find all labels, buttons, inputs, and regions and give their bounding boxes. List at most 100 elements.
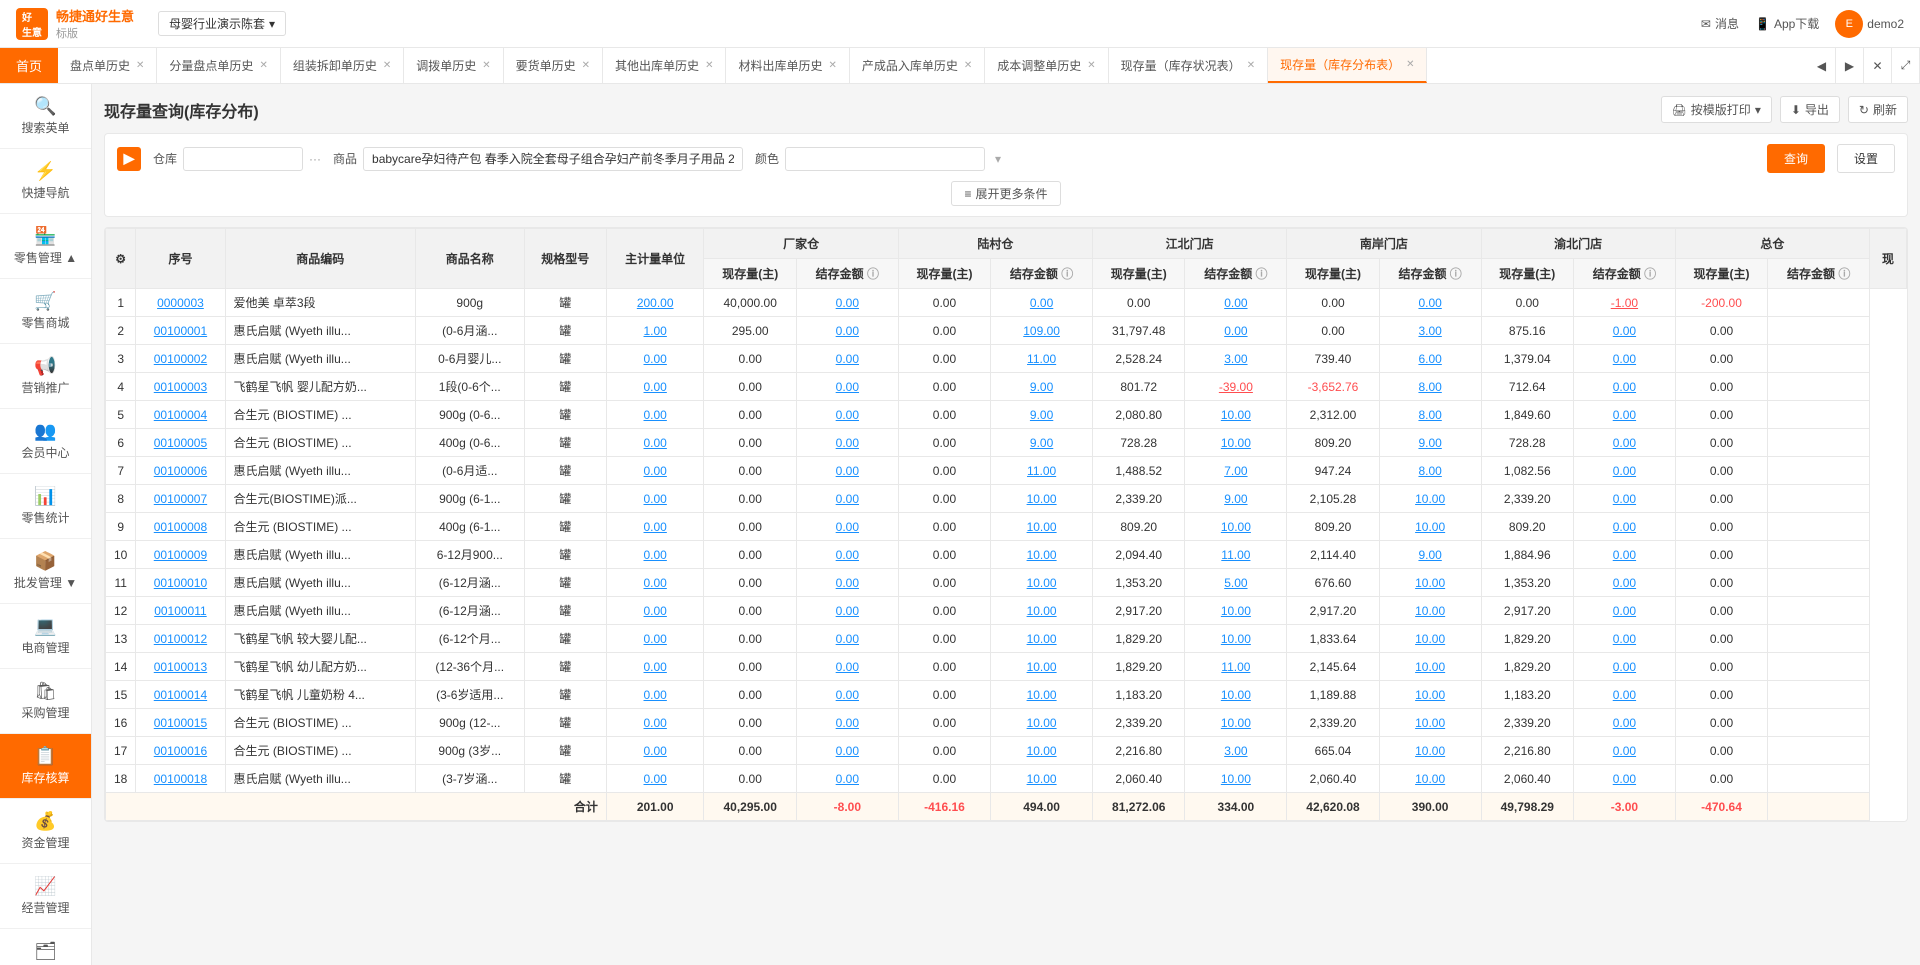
- code-link[interactable]: 00100016: [154, 744, 207, 758]
- color-input[interactable]: [785, 147, 985, 171]
- yb-qty-link[interactable]: 10.00: [1415, 520, 1445, 534]
- tab-close-icon[interactable]: ✕: [582, 60, 590, 71]
- sidebar-item-purchase[interactable]: 🛍 采购管理: [0, 669, 91, 734]
- lucun-qty-link[interactable]: 0.00: [836, 604, 859, 618]
- yb-qty-link[interactable]: 10.00: [1415, 492, 1445, 506]
- sidebar-item-retail-stats[interactable]: 📊 零售统计: [0, 474, 91, 539]
- jb-qty-link[interactable]: 10.00: [1027, 660, 1057, 674]
- tab-dist-single[interactable]: 分量盘点单历史 ✕: [157, 48, 280, 83]
- query-btn[interactable]: 查询: [1767, 144, 1825, 173]
- factory-qty-link[interactable]: 0.00: [644, 408, 667, 422]
- tab-expand-btn[interactable]: ⤢: [1892, 48, 1920, 83]
- factory-qty-link[interactable]: 0.00: [644, 436, 667, 450]
- code-link[interactable]: 00100008: [154, 520, 207, 534]
- lucun-qty-link[interactable]: 0.00: [836, 548, 859, 562]
- info-icon[interactable]: ⓘ: [1450, 267, 1462, 281]
- code-link[interactable]: 00100004: [154, 408, 207, 422]
- export-btn[interactable]: ⬇ 导出: [1780, 96, 1840, 123]
- code-link[interactable]: 00100003: [154, 380, 207, 394]
- na-qty-link[interactable]: 10.00: [1221, 436, 1251, 450]
- factory-qty-link[interactable]: 0.00: [644, 464, 667, 478]
- yb-qty-link[interactable]: 6.00: [1418, 352, 1441, 366]
- yb-qty-link[interactable]: 10.00: [1415, 660, 1445, 674]
- sidebar-item-search[interactable]: 🔍 搜索英单: [0, 84, 91, 149]
- jb-qty-link[interactable]: 10.00: [1027, 548, 1057, 562]
- na-qty-link[interactable]: 10.00: [1221, 772, 1251, 786]
- factory-qty-link[interactable]: 0.00: [644, 380, 667, 394]
- code-link[interactable]: 00100001: [154, 324, 207, 338]
- total-qty-link[interactable]: 0.00: [1613, 520, 1636, 534]
- jb-qty-link[interactable]: 11.00: [1027, 352, 1056, 366]
- lucun-qty-link[interactable]: 0.00: [836, 772, 859, 786]
- total-qty-link[interactable]: 0.00: [1613, 604, 1636, 618]
- lucun-qty-link[interactable]: 0.00: [836, 716, 859, 730]
- lucun-qty-link[interactable]: 0.00: [836, 576, 859, 590]
- lucun-qty-link[interactable]: 0.00: [836, 380, 859, 394]
- sidebar-item-marketing[interactable]: 📢 营销推广: [0, 344, 91, 409]
- na-qty-link[interactable]: 5.00: [1224, 576, 1247, 590]
- code-link[interactable]: 00100014: [154, 688, 207, 702]
- tab-close-icon[interactable]: ✕: [482, 60, 490, 71]
- factory-qty-link[interactable]: 0.00: [644, 548, 667, 562]
- total-qty-link[interactable]: 0.00: [1613, 408, 1636, 422]
- code-link[interactable]: 00100011: [154, 604, 207, 618]
- tab-product-in[interactable]: 产成品入库单历史 ✕: [850, 48, 985, 83]
- code-link[interactable]: 00100018: [154, 772, 207, 786]
- yb-qty-link[interactable]: 8.00: [1418, 380, 1441, 394]
- info-icon[interactable]: ⓘ: [1838, 267, 1850, 281]
- col-settings[interactable]: ⚙: [106, 229, 136, 289]
- na-qty-link[interactable]: 0.00: [1224, 324, 1247, 338]
- na-qty-link[interactable]: -39.00: [1219, 380, 1253, 394]
- info-icon[interactable]: ⓘ: [1061, 267, 1073, 281]
- yb-qty-link[interactable]: 10.00: [1415, 604, 1445, 618]
- factory-qty-link[interactable]: 1.00: [644, 324, 667, 338]
- total-qty-link[interactable]: 0.00: [1613, 352, 1636, 366]
- message-btn[interactable]: ✉ 消息: [1701, 15, 1739, 32]
- jb-qty-link[interactable]: 10.00: [1027, 716, 1057, 730]
- na-qty-link[interactable]: 0.00: [1224, 296, 1247, 310]
- tab-close-icon[interactable]: ✕: [1087, 60, 1095, 71]
- lucun-qty-link[interactable]: 0.00: [836, 408, 859, 422]
- yb-qty-link[interactable]: 0.00: [1418, 296, 1441, 310]
- factory-qty-link[interactable]: 0.00: [644, 688, 667, 702]
- na-qty-link[interactable]: 10.00: [1221, 716, 1251, 730]
- total-qty-link[interactable]: 0.00: [1613, 492, 1636, 506]
- na-qty-link[interactable]: 11.00: [1221, 660, 1250, 674]
- tab-close-icon[interactable]: ✕: [259, 60, 267, 71]
- factory-qty-link[interactable]: 0.00: [644, 744, 667, 758]
- code-link[interactable]: 00100010: [154, 576, 207, 590]
- sidebar-item-wholesale[interactable]: 📦 批发管理 ▼: [0, 539, 91, 604]
- factory-qty-link[interactable]: 0.00: [644, 352, 667, 366]
- yb-qty-link[interactable]: 10.00: [1415, 632, 1445, 646]
- total-qty-link[interactable]: 0.00: [1613, 772, 1636, 786]
- yb-qty-link[interactable]: 8.00: [1418, 408, 1441, 422]
- yb-qty-link[interactable]: 9.00: [1418, 548, 1441, 562]
- sidebar-item-nav[interactable]: ⚡ 快捷导航: [0, 149, 91, 214]
- na-qty-link[interactable]: 10.00: [1221, 604, 1251, 618]
- na-qty-link[interactable]: 10.00: [1221, 408, 1251, 422]
- factory-qty-link[interactable]: 0.00: [644, 632, 667, 646]
- sidebar-item-ecommerce[interactable]: 💻 电商管理: [0, 604, 91, 669]
- lucun-qty-link[interactable]: 0.00: [836, 492, 859, 506]
- total-qty-link[interactable]: 0.00: [1613, 744, 1636, 758]
- lucun-qty-link[interactable]: 0.00: [836, 660, 859, 674]
- na-qty-link[interactable]: 9.00: [1224, 492, 1247, 506]
- tab-close-icon[interactable]: ✕: [828, 60, 836, 71]
- lucun-qty-link[interactable]: 0.00: [836, 632, 859, 646]
- total-qty-link[interactable]: 0.00: [1613, 716, 1636, 730]
- jb-qty-link[interactable]: 10.00: [1027, 632, 1057, 646]
- tab-order-hist[interactable]: 要货单历史 ✕: [504, 48, 603, 83]
- sidebar-item-retail-mgmt[interactable]: 🏪 零售管理 ▲: [0, 214, 91, 279]
- factory-qty-link[interactable]: 0.00: [644, 716, 667, 730]
- tab-close-icon[interactable]: ✕: [964, 60, 972, 71]
- tab-close-all-btn[interactable]: ✕: [1864, 48, 1892, 83]
- code-link[interactable]: 00100015: [154, 716, 207, 730]
- factory-qty-link[interactable]: 0.00: [644, 576, 667, 590]
- lucun-qty-link[interactable]: 0.00: [836, 520, 859, 534]
- tab-close-icon[interactable]: ✕: [1247, 60, 1255, 71]
- code-link[interactable]: 00100002: [154, 352, 207, 366]
- factory-qty-link[interactable]: 0.00: [644, 492, 667, 506]
- sidebar-item-basic[interactable]: 🗂 基础信息: [0, 929, 91, 965]
- org-dropdown[interactable]: 母婴行业演示陈套 ▾: [158, 11, 286, 36]
- app-download-btn[interactable]: 📱 App下载: [1755, 15, 1819, 32]
